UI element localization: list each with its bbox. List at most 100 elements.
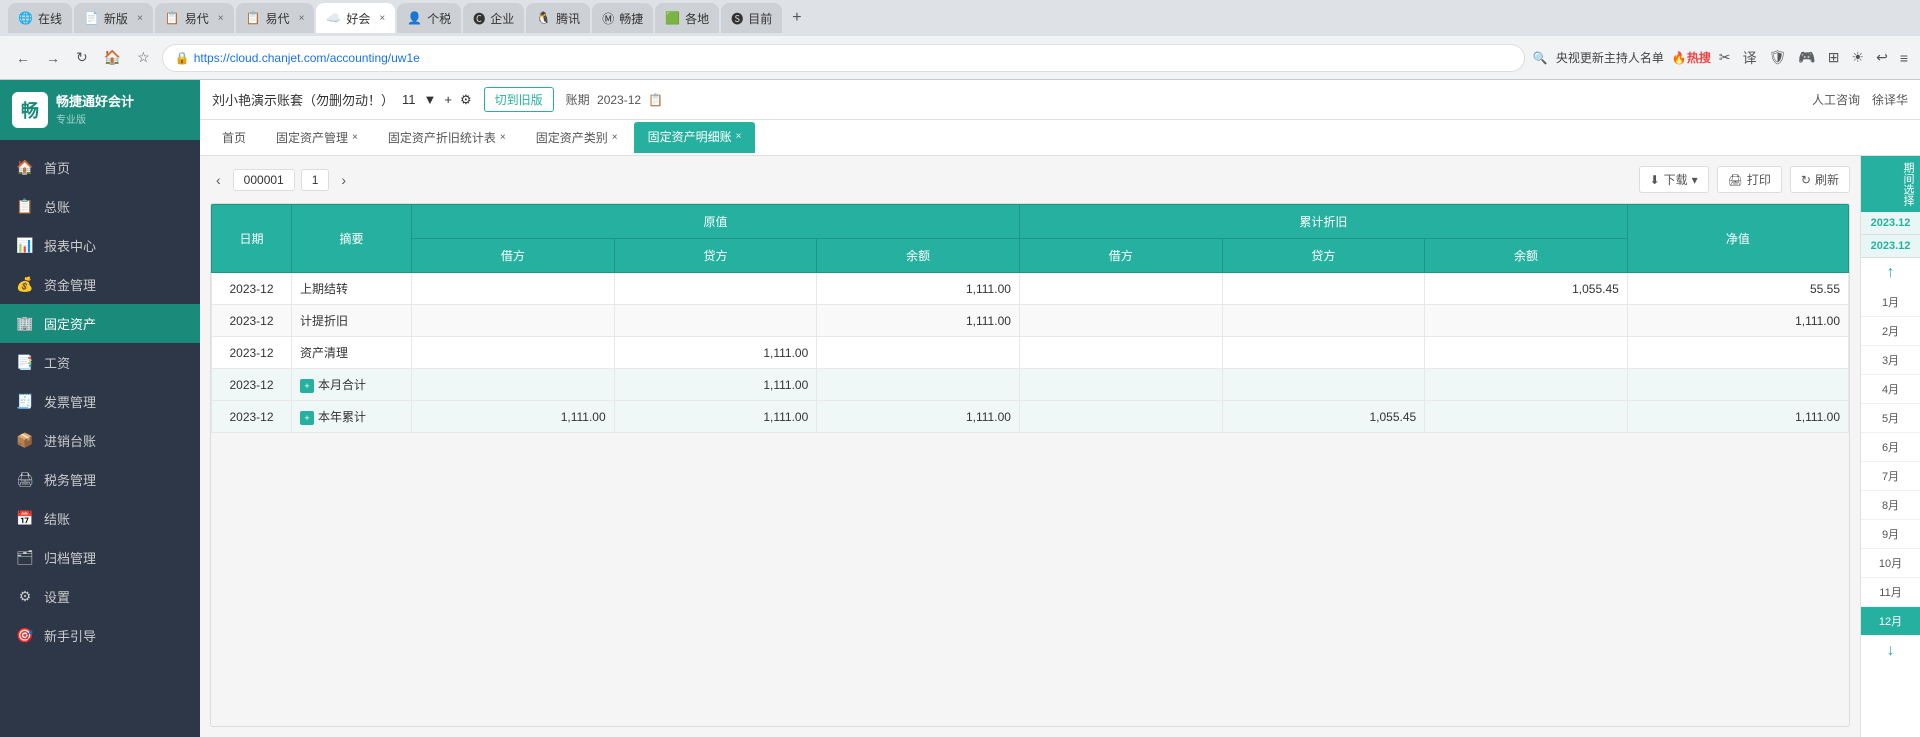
browser-tab-muqian[interactable]: 🅢 目前 (721, 3, 782, 33)
gamepad-icon[interactable]: 🎮 (1798, 49, 1815, 66)
period-month-4[interactable]: 4月 (1861, 375, 1920, 404)
cell-acc-debit (1019, 305, 1222, 337)
tab-close-icon[interactable]: × (352, 132, 358, 143)
cell-acc-balance: 1,055.45 (1425, 273, 1628, 305)
browser-tab-new[interactable]: 📄 新版 × (74, 3, 153, 33)
sidebar-item-settings[interactable]: ⚙ 设置 (0, 577, 200, 616)
sidebar-item-label: 报表中心 (44, 236, 96, 255)
dropdown-icon[interactable]: ▼ (424, 92, 437, 107)
logo-sub: 专业版 (56, 111, 134, 126)
translate-icon[interactable]: 译 (1743, 48, 1757, 68)
period-month-8[interactable]: 8月 (1861, 491, 1920, 520)
tab-label: 首页 (222, 129, 246, 146)
sidebar-item-funds[interactable]: 💰 资金管理 (0, 265, 200, 304)
cell-orig-balance: 1,111.00 (817, 401, 1020, 433)
period-month-1[interactable]: 1月 (1861, 288, 1920, 317)
edit-period-icon[interactable]: 📋 (648, 93, 663, 107)
tab-asset-category[interactable]: 固定资产类别 × (522, 123, 632, 152)
period-month-6[interactable]: 6月 (1861, 433, 1920, 462)
add-company-button[interactable]: + (444, 92, 452, 107)
tab-depreciation-stats[interactable]: 固定资产折旧统计表 × (374, 123, 520, 152)
grid-icon[interactable]: ⊞ (1828, 49, 1840, 66)
sidebar-item-fixed-assets[interactable]: 🏢 固定资产 (0, 304, 200, 343)
browser-tab-tengxun[interactable]: 🐧 腾讯 (526, 3, 590, 33)
period-month-3[interactable]: 3月 (1861, 346, 1920, 375)
download-button[interactable]: ⬇ 下载 ▾ (1639, 166, 1709, 193)
sidebar-item-guide[interactable]: 🎯 新手引导 (0, 616, 200, 655)
switch-version-button[interactable]: 切到旧版 (484, 87, 554, 112)
reload-button[interactable]: ↻ (72, 45, 92, 70)
th-acc-debit: 借方 (1019, 239, 1222, 273)
tab-close-icon[interactable]: × (500, 132, 506, 143)
cell-summary: 上期结转 (292, 273, 412, 305)
browser-tab-online[interactable]: 🌐 在线 (8, 3, 72, 33)
sidebar-item-home[interactable]: 🏠 首页 (0, 148, 200, 187)
browser-tab-haokuai[interactable]: ☁️ 好会 × (316, 3, 395, 33)
tab-close-icon[interactable]: × (218, 13, 224, 24)
browser-tab-yidai2[interactable]: 📋 易代 × (236, 3, 315, 33)
tab-close-icon[interactable]: × (612, 132, 618, 143)
sidebar-item-close-period[interactable]: 📅 结账 (0, 499, 200, 538)
sidebar-item-label: 资金管理 (44, 275, 96, 294)
brightness-icon[interactable]: ☀ (1852, 49, 1865, 66)
period-month-10[interactable]: 10月 (1861, 549, 1920, 578)
period-title-label[interactable]: 期间选择 (1861, 156, 1920, 212)
scissors-icon[interactable]: ✂ (1719, 49, 1731, 66)
period-month-9[interactable]: 9月 (1861, 520, 1920, 549)
tab-asset-detail[interactable]: 固定资产明细账 × (634, 122, 756, 153)
sidebar-item-purchase-sales[interactable]: 📦 进销台账 (0, 421, 200, 460)
period-month-2[interactable]: 2月 (1861, 317, 1920, 346)
tab-close-icon[interactable]: × (736, 131, 742, 142)
prev-arrow[interactable]: ‹ (210, 170, 227, 190)
sidebar-item-archive[interactable]: 🗂 归档管理 (0, 538, 200, 577)
browser-tab-gedi[interactable]: 🟩 各地 (655, 3, 719, 33)
period-month-12[interactable]: 12月 (1861, 607, 1920, 636)
new-tab-button[interactable]: + (784, 5, 809, 31)
menu-icon[interactable]: ≡ (1900, 50, 1908, 66)
sidebar-item-general-ledger[interactable]: 📋 总账 (0, 187, 200, 226)
home-button[interactable]: 🏠 (100, 45, 125, 70)
tab-close-icon[interactable]: × (379, 13, 385, 24)
period-scroll-up[interactable]: ↑ (1861, 258, 1920, 288)
sidebar-item-tax[interactable]: 🖨 税务管理 (0, 460, 200, 499)
tab-favicon: ☁️ (326, 11, 341, 25)
tab-fixed-asset-management[interactable]: 固定资产管理 × (262, 123, 372, 152)
period-month-7[interactable]: 7月 (1861, 462, 1920, 491)
tab-home[interactable]: 首页 (208, 123, 260, 152)
sidebar-item-invoice[interactable]: 🧾 发票管理 (0, 382, 200, 421)
sidebar-item-salary[interactable]: 📑 工资 (0, 343, 200, 382)
forward-button[interactable]: → (42, 46, 64, 70)
cell-orig-credit (614, 273, 817, 305)
sidebar-logo: 畅 畅捷通好会计 专业版 (0, 80, 200, 140)
tab-favicon: 🌐 (18, 11, 33, 25)
back-button[interactable]: ← (12, 46, 34, 70)
browser-tab-qiye[interactable]: 🅒 企业 (463, 3, 524, 33)
browser-tab-yidai1[interactable]: 📋 易代 × (155, 3, 234, 33)
sidebar-item-reports[interactable]: 📊 报表中心 (0, 226, 200, 265)
address-bar-input[interactable]: 🔒 https://cloud.chanjet.com/accounting/u… (162, 44, 1525, 72)
print-button[interactable]: 🖨 打印 (1717, 166, 1782, 193)
sidebar-item-label: 工资 (44, 353, 70, 372)
extension-icon[interactable]: 🛡 (1769, 49, 1787, 66)
next-arrow[interactable]: › (335, 170, 352, 190)
hot-search-label[interactable]: 🔥热搜 (1672, 49, 1711, 66)
tab-close-icon[interactable]: × (137, 13, 143, 24)
period-selected-end[interactable]: 2023.12 (1861, 235, 1920, 258)
period-selected-start[interactable]: 2023.12 (1861, 212, 1920, 235)
table-container: 日期 摘要 原值 累计折旧 净值 借方 贷方 余额 借方 (210, 203, 1850, 727)
period-month-5[interactable]: 5月 (1861, 404, 1920, 433)
cell-date: 2023-12 (212, 369, 292, 401)
cell-net-value: 1,111.00 (1627, 401, 1848, 433)
settings-icon[interactable]: ⚙ (460, 92, 472, 108)
refresh-button[interactable]: ↻ 刷新 (1790, 166, 1850, 193)
browser-tab-changjie[interactable]: Ⓜ 畅捷 (592, 3, 653, 33)
period-scroll-down[interactable]: ↓ (1861, 636, 1920, 666)
browser-tab-geshui[interactable]: 👤 个税 (397, 3, 461, 33)
history-icon[interactable]: ↩ (1876, 49, 1888, 66)
tab-label: 固定资产折旧统计表 (388, 129, 496, 146)
period-month-11[interactable]: 11月 (1861, 578, 1920, 607)
customer-service-button[interactable]: 人工咨询 (1812, 91, 1860, 108)
tab-close-icon[interactable]: × (299, 13, 305, 24)
logo-text: 畅捷通好会计 (56, 94, 134, 111)
bookmark-button[interactable]: ☆ (133, 45, 154, 70)
